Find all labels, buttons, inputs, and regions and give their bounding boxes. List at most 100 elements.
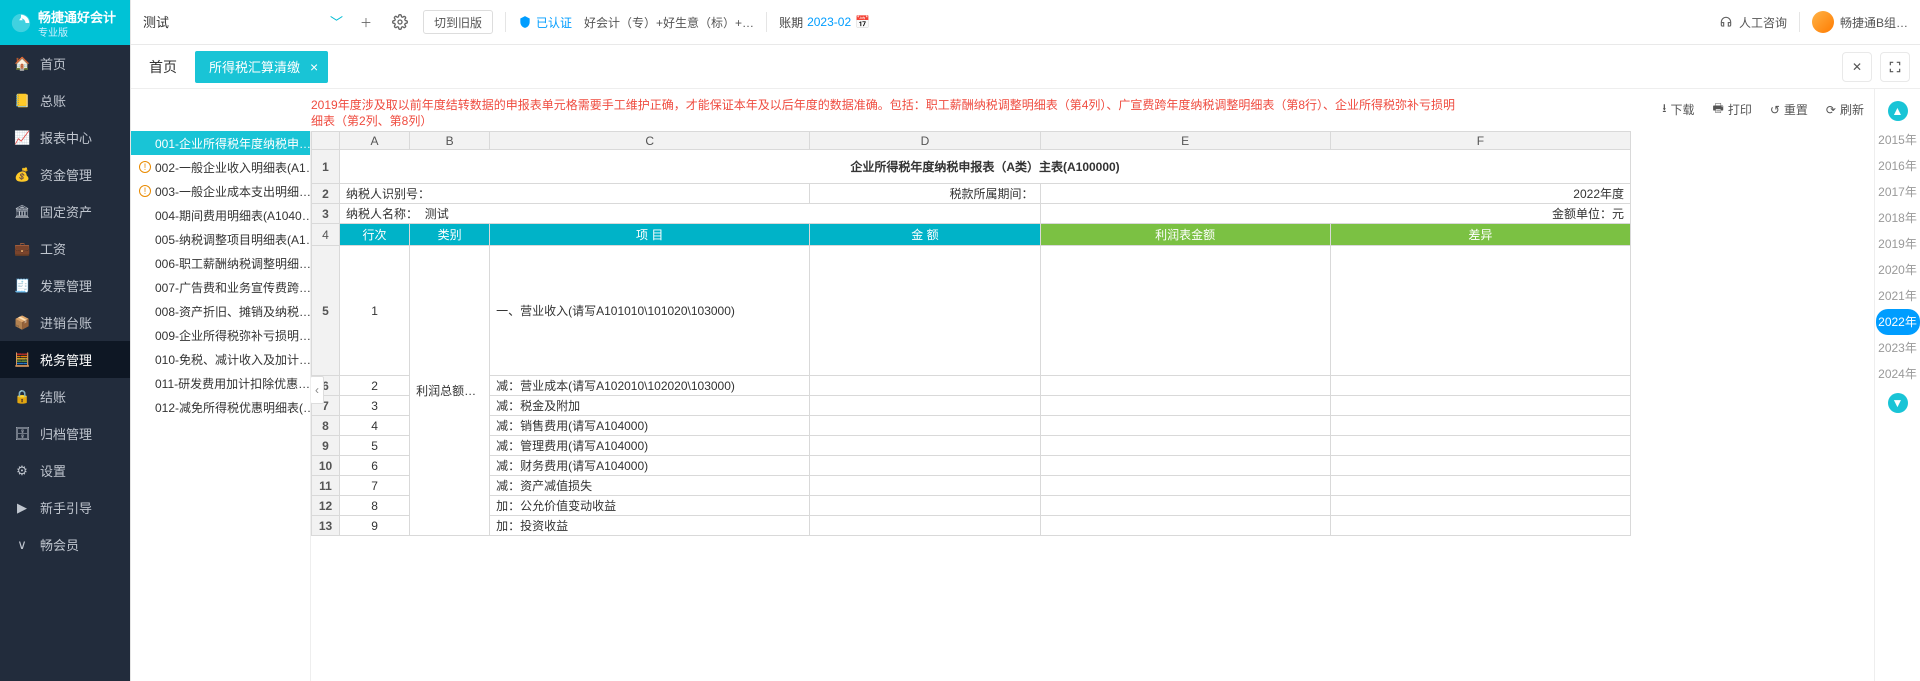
profit-cell[interactable] — [1040, 396, 1330, 416]
year-up-icon[interactable]: ▲ — [1888, 101, 1908, 121]
year-2022年[interactable]: 2022年 — [1876, 309, 1920, 335]
amount-cell[interactable] — [810, 516, 1040, 536]
year-2021年[interactable]: 2021年 — [1876, 283, 1920, 309]
nav-item-3[interactable]: 💰资金管理 — [0, 156, 130, 193]
item-cell[interactable]: 减：税金及附加 — [490, 396, 810, 416]
year-2023年[interactable]: 2023年 — [1876, 335, 1920, 361]
diff-cell[interactable] — [1330, 476, 1630, 496]
switch-old-button[interactable]: 切到旧版 — [423, 10, 493, 34]
profit-cell[interactable] — [1040, 496, 1330, 516]
nav-item-7[interactable]: 📦进销台账 — [0, 304, 130, 341]
year-2024年[interactable]: 2024年 — [1876, 361, 1920, 387]
sheet-item-7[interactable]: 008-资产折旧、摊销及纳税… — [131, 299, 310, 323]
amount-cell[interactable] — [810, 456, 1040, 476]
tab-active[interactable]: 所得税汇算清缴 × — [195, 51, 328, 83]
diff-cell[interactable] — [1330, 376, 1630, 396]
rownum-cell[interactable]: 9 — [340, 516, 410, 536]
row-2[interactable]: 2 — [312, 184, 340, 204]
nav-item-4[interactable]: 🏛固定资产 — [0, 193, 130, 230]
item-cell[interactable]: 减：资产减值损失 — [490, 476, 810, 496]
profit-cell[interactable] — [1040, 376, 1330, 396]
rownum-cell[interactable]: 7 — [340, 476, 410, 496]
profit-cell[interactable] — [1040, 516, 1330, 536]
rownum-cell[interactable]: 6 — [340, 456, 410, 476]
row-12[interactable]: 12 — [312, 496, 340, 516]
amount-cell[interactable] — [810, 396, 1040, 416]
row-11[interactable]: 11 — [312, 476, 340, 496]
col-D[interactable]: D — [810, 132, 1040, 150]
nav-item-6[interactable]: 🧾发票管理 — [0, 267, 130, 304]
user-menu[interactable]: 畅捷通B组… — [1812, 11, 1908, 33]
col-E[interactable]: E — [1040, 132, 1330, 150]
gear-icon[interactable] — [389, 11, 411, 33]
rownum-cell[interactable]: 2 — [340, 376, 410, 396]
nav-item-5[interactable]: 💼工资 — [0, 230, 130, 267]
add-icon[interactable]: ＋ — [355, 11, 377, 33]
sheet-item-8[interactable]: 009-企业所得税弥补亏损明… — [131, 323, 310, 347]
diff-cell[interactable] — [1330, 396, 1630, 416]
col-C[interactable]: C — [490, 132, 810, 150]
nav-item-1[interactable]: 📒总账 — [0, 82, 130, 119]
item-cell[interactable]: 一、营业收入(请写A101010\101020\103000) — [490, 246, 810, 376]
rownum-cell[interactable]: 1 — [340, 246, 410, 376]
nav-item-12[interactable]: ▶新手引导 — [0, 489, 130, 526]
sheet-item-0[interactable]: 001-企业所得税年度纳税申… — [131, 131, 310, 155]
year-2017年[interactable]: 2017年 — [1876, 179, 1920, 205]
rownum-cell[interactable]: 8 — [340, 496, 410, 516]
row-3[interactable]: 3 — [312, 204, 340, 224]
collapse-sheets-icon[interactable]: ‹ — [311, 376, 324, 404]
row-13[interactable]: 13 — [312, 516, 340, 536]
account-select[interactable]: 测试 ﹀ — [143, 8, 343, 36]
row-5[interactable]: 5 — [312, 246, 340, 376]
row-9[interactable]: 9 — [312, 436, 340, 456]
print-button[interactable]: 🖶打印 — [1713, 99, 1752, 120]
row-8[interactable]: 8 — [312, 416, 340, 436]
fullscreen-icon[interactable] — [1880, 52, 1910, 82]
item-cell[interactable]: 减：财务费用(请写A104000) — [490, 456, 810, 476]
diff-cell[interactable] — [1330, 416, 1630, 436]
rownum-cell[interactable]: 3 — [340, 396, 410, 416]
sheet-item-3[interactable]: 004-期间费用明细表(A1040… — [131, 203, 310, 227]
amount-cell[interactable] — [810, 476, 1040, 496]
year-2020年[interactable]: 2020年 — [1876, 257, 1920, 283]
year-2018年[interactable]: 2018年 — [1876, 205, 1920, 231]
diff-cell[interactable] — [1330, 456, 1630, 476]
close-icon[interactable]: × — [310, 59, 318, 75]
year-2016年[interactable]: 2016年 — [1876, 153, 1920, 179]
nav-item-0[interactable]: 🏠首页 — [0, 45, 130, 82]
row-10[interactable]: 10 — [312, 456, 340, 476]
reset-button[interactable]: ↺重置 — [1770, 99, 1808, 120]
year-down-icon[interactable]: ▼ — [1888, 393, 1908, 413]
year-2015年[interactable]: 2015年 — [1876, 127, 1920, 153]
amount-cell[interactable] — [810, 416, 1040, 436]
sheet-item-9[interactable]: 010-免税、减计收入及加计… — [131, 347, 310, 371]
tab-home[interactable]: 首页 — [141, 57, 185, 77]
item-cell[interactable]: 减：管理费用(请写A104000) — [490, 436, 810, 456]
row-1[interactable]: 1 — [312, 150, 340, 184]
nav-item-10[interactable]: 🗄归档管理 — [0, 415, 130, 452]
item-cell[interactable]: 减：销售费用(请写A104000) — [490, 416, 810, 436]
tab-close-button[interactable]: ✕ — [1842, 52, 1872, 82]
amount-cell[interactable] — [810, 436, 1040, 456]
refresh-button[interactable]: ⟳刷新 — [1826, 99, 1864, 120]
year-2019年[interactable]: 2019年 — [1876, 231, 1920, 257]
amount-cell[interactable] — [810, 496, 1040, 516]
sheet-item-5[interactable]: 006-职工薪酬纳税调整明细… — [131, 251, 310, 275]
col-B[interactable]: B — [410, 132, 490, 150]
sheet-item-11[interactable]: 012-减免所得税优惠明细表(… — [131, 395, 310, 419]
nav-item-13[interactable]: ∨畅会员 — [0, 526, 130, 563]
item-cell[interactable]: 加：公允价值变动收益 — [490, 496, 810, 516]
diff-cell[interactable] — [1330, 516, 1630, 536]
help-link[interactable]: 人工咨询 — [1719, 14, 1787, 31]
sheet-item-1[interactable]: !002-一般企业收入明细表(A1… — [131, 155, 310, 179]
amount-cell[interactable] — [810, 376, 1040, 396]
diff-cell[interactable] — [1330, 436, 1630, 456]
download-button[interactable]: ⭳下载 — [1662, 99, 1694, 120]
row-4[interactable]: 4 — [312, 224, 340, 246]
profit-cell[interactable] — [1040, 456, 1330, 476]
profit-cell[interactable] — [1040, 416, 1330, 436]
spreadsheet[interactable]: ‹ A B C D E F 1 企业所得税年度纳税申报表（A类）主表(A1000… — [311, 131, 1874, 681]
amount-cell[interactable] — [810, 246, 1040, 376]
sheet-item-2[interactable]: !003-一般企业成本支出明细… — [131, 179, 310, 203]
period[interactable]: 账期 2023-02 📅 — [779, 14, 870, 31]
